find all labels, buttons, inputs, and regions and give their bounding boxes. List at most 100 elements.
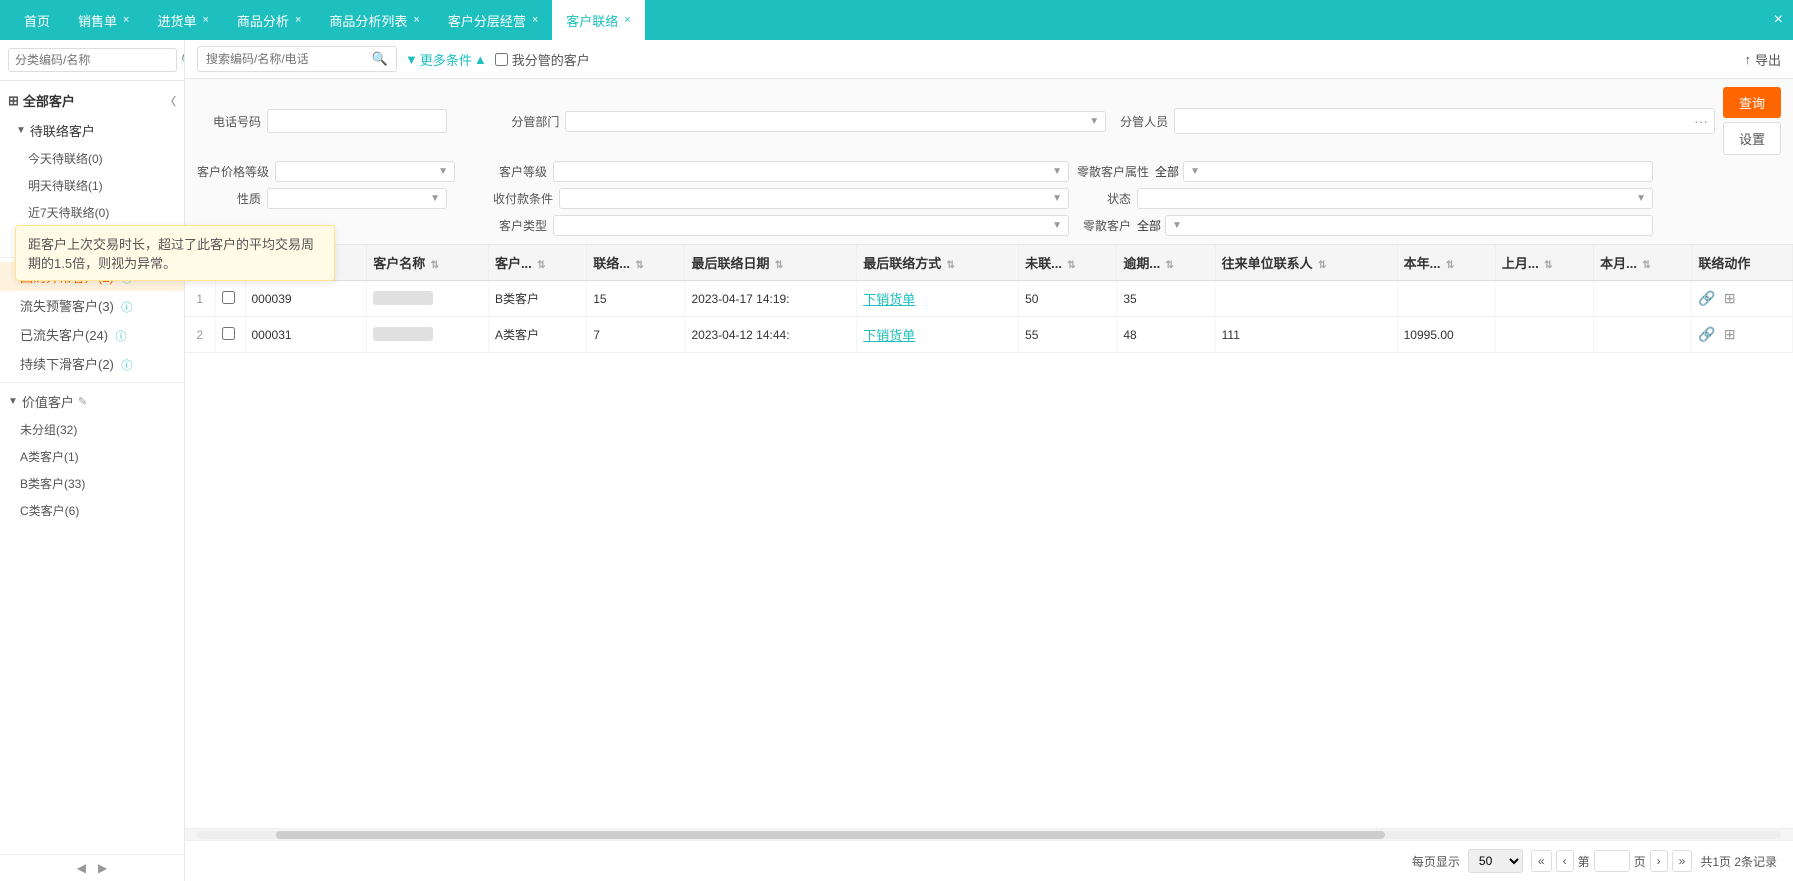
pagination: « ‹ 第 1 页 › » — [1531, 850, 1692, 872]
th-last-contact-date[interactable]: 最后联络日期 ⇅ — [685, 245, 857, 281]
sidebar-price-customer-row[interactable]: ▼ 价值客户 ✎ — [0, 387, 184, 416]
row-1-checkbox[interactable] — [222, 291, 235, 304]
row-2-method-link[interactable]: 下销货单 — [863, 328, 915, 343]
sidebar-scroll-left-icon[interactable]: ◀ — [71, 859, 92, 877]
row-2-actions: 🔗 ⊞ — [1698, 326, 1786, 343]
close-sales-order-icon[interactable]: × — [123, 14, 129, 26]
main-search-input[interactable] — [206, 52, 368, 66]
sidebar-declining[interactable]: 持续下滑客户(2) ⓘ — [0, 349, 184, 378]
sidebar-ungroup[interactable]: 未分组(32) — [0, 416, 184, 443]
sidebar-loss-warning[interactable]: 流失预警客户(3) ⓘ — [0, 291, 184, 320]
th-type[interactable]: 客户... ⇅ — [488, 245, 586, 281]
th-last-contact-method[interactable]: 最后联络方式 ⇅ — [857, 245, 1019, 281]
my-customer-checkbox-area: 我分管的客户 — [495, 50, 590, 69]
sidebar-all-customers[interactable]: ⊞ 全部客户 〈 — [0, 85, 184, 116]
customer-level-select[interactable]: ▼ — [553, 161, 1069, 182]
status-select[interactable]: ▼ — [1137, 188, 1653, 209]
th-last-month[interactable]: 上月... ⇅ — [1495, 245, 1593, 281]
close-purchase-order-icon[interactable]: × — [202, 14, 208, 26]
row-1-current-month — [1594, 281, 1692, 317]
my-customer-checkbox[interactable] — [495, 53, 508, 66]
filter-actions: 查询 设置 — [1723, 87, 1781, 155]
sidebar-collapse-icon[interactable]: 〈 — [165, 93, 176, 109]
th-actions: 联络动作 — [1692, 245, 1793, 281]
row-1-link-icon[interactable]: 🔗 — [1698, 290, 1715, 307]
top-nav: 首页 销售单 × 进货单 × 商品分析 × 商品分析列表 × 客户分层经营 × … — [0, 0, 1793, 40]
th-uncontacted[interactable]: 未联... ⇅ — [1019, 245, 1117, 281]
more-conditions-button[interactable]: ▼ 更多条件 ▲ — [405, 50, 487, 69]
nav-home[interactable]: 首页 — [10, 0, 64, 40]
nav-purchase-order[interactable]: 进货单 × — [143, 0, 222, 40]
th-current-year[interactable]: 本年... ⇅ — [1397, 245, 1495, 281]
query-button[interactable]: 查询 — [1723, 87, 1781, 118]
sidebar-b-customer[interactable]: B类客户(33) — [0, 470, 184, 497]
row-2-code: 000031 — [245, 317, 367, 353]
sidebar-7days-contact[interactable]: 近7天待联络(0) — [8, 199, 184, 226]
retail-attr-select[interactable]: ▼ — [1183, 161, 1653, 182]
row-2-link-icon[interactable]: 🔗 — [1698, 326, 1715, 343]
payment-select[interactable]: ▼ — [559, 188, 1069, 209]
settings-button[interactable]: 设置 — [1723, 122, 1781, 155]
phone-input[interactable] — [267, 109, 447, 133]
next-page-button[interactable]: › — [1650, 850, 1668, 872]
phone-label: 电话号码 — [197, 113, 267, 130]
sidebar-tomorrow-contact[interactable]: 明天待联络(1) — [8, 172, 184, 199]
close-customer-contact-icon[interactable]: × — [624, 14, 630, 26]
row-2-grid-icon[interactable]: ⊞ — [1724, 326, 1736, 343]
nav-customer-tier[interactable]: 客户分层经营 × — [434, 0, 552, 40]
th-unit-contact[interactable]: 往来单位联系人 ⇅ — [1215, 245, 1397, 281]
nav-customer-contact[interactable]: 客户联络 × — [552, 0, 644, 40]
horizontal-scrollbar[interactable] — [185, 828, 1793, 840]
pending-contact-title[interactable]: ▼ 待联络客户 — [8, 116, 184, 145]
department-select[interactable]: ▼ — [565, 111, 1106, 132]
close-product-analysis-icon[interactable]: × — [295, 14, 301, 26]
main-layout: 🔍 ⊞ 全部客户 〈 ▼ 待联络客户 今天待联络(0) 明天待联络(1) 近7天… — [0, 40, 1793, 881]
row-2-checkbox[interactable] — [222, 327, 235, 340]
sidebar-scroll-right-icon[interactable]: ▶ — [92, 859, 113, 877]
close-customer-tier-icon[interactable]: × — [532, 14, 538, 26]
nav-sales-order[interactable]: 销售单 × — [64, 0, 143, 40]
customer-type-select[interactable]: ▼ — [553, 215, 1069, 236]
row-1-method-link[interactable]: 下销货单 — [863, 292, 915, 307]
nav-product-analysis-list[interactable]: 商品分析列表 × — [315, 0, 433, 40]
sort-icon-name: ⇅ — [431, 260, 439, 271]
th-current-month[interactable]: 本月... ⇅ — [1594, 245, 1692, 281]
row-2-type: A类客户 — [488, 317, 586, 353]
last-page-button[interactable]: » — [1672, 850, 1693, 872]
th-name[interactable]: 客户名称 ⇅ — [367, 245, 489, 281]
sidebar-c-customer[interactable]: C类客户(6) — [0, 497, 184, 524]
main-search-icon[interactable]: 🔍 — [372, 51, 388, 67]
sort-icon-overdue: ⇅ — [1166, 260, 1174, 271]
gender-select[interactable]: ▼ — [267, 188, 447, 209]
th-contact-count[interactable]: 联络... ⇅ — [587, 245, 685, 281]
first-page-button[interactable]: « — [1531, 850, 1552, 872]
close-all-tabs-button[interactable]: × — [1774, 11, 1783, 29]
row-1-name-blurred — [373, 291, 433, 305]
department-chevron-icon: ▼ — [1089, 116, 1099, 127]
retail-customer-select[interactable]: ▼ — [1165, 215, 1653, 236]
page-input[interactable]: 1 — [1594, 850, 1630, 872]
row-2-last-contact-method: 下销货单 — [857, 317, 1019, 353]
sidebar-already-lost[interactable]: 已流失客户(24) ⓘ — [0, 320, 184, 349]
scrollbar-thumb[interactable] — [276, 831, 1385, 839]
row-1-grid-icon[interactable]: ⊞ — [1724, 290, 1736, 307]
edit-icon-price[interactable]: ✎ — [78, 395, 87, 408]
page-suffix: 页 — [1634, 853, 1646, 870]
th-overdue[interactable]: 逾期... ⇅ — [1117, 245, 1215, 281]
row-1-uncontacted: 50 — [1019, 281, 1117, 317]
sidebar-a-customer[interactable]: A类客户(1) — [0, 443, 184, 470]
export-button[interactable]: ↑ 导出 — [1744, 50, 1781, 69]
scrollbar-track[interactable] — [197, 831, 1781, 839]
row-1-last-month — [1495, 281, 1593, 317]
manager-select[interactable]: ··· — [1174, 108, 1715, 134]
close-product-analysis-list-icon[interactable]: × — [413, 14, 419, 26]
price-level-select[interactable]: ▼ — [275, 161, 455, 182]
manager-ellipsis-icon: ··· — [1694, 113, 1708, 129]
sidebar-search-input[interactable] — [8, 48, 177, 72]
row-2-checkbox-cell — [215, 317, 245, 353]
nav-product-analysis[interactable]: 商品分析 × — [223, 0, 315, 40]
sidebar-today-contact[interactable]: 今天待联络(0) — [8, 145, 184, 172]
prev-page-button[interactable]: ‹ — [1556, 850, 1574, 872]
page-size-select[interactable]: 50 10 20 100 — [1468, 849, 1523, 873]
row-2-uncontacted: 55 — [1019, 317, 1117, 353]
